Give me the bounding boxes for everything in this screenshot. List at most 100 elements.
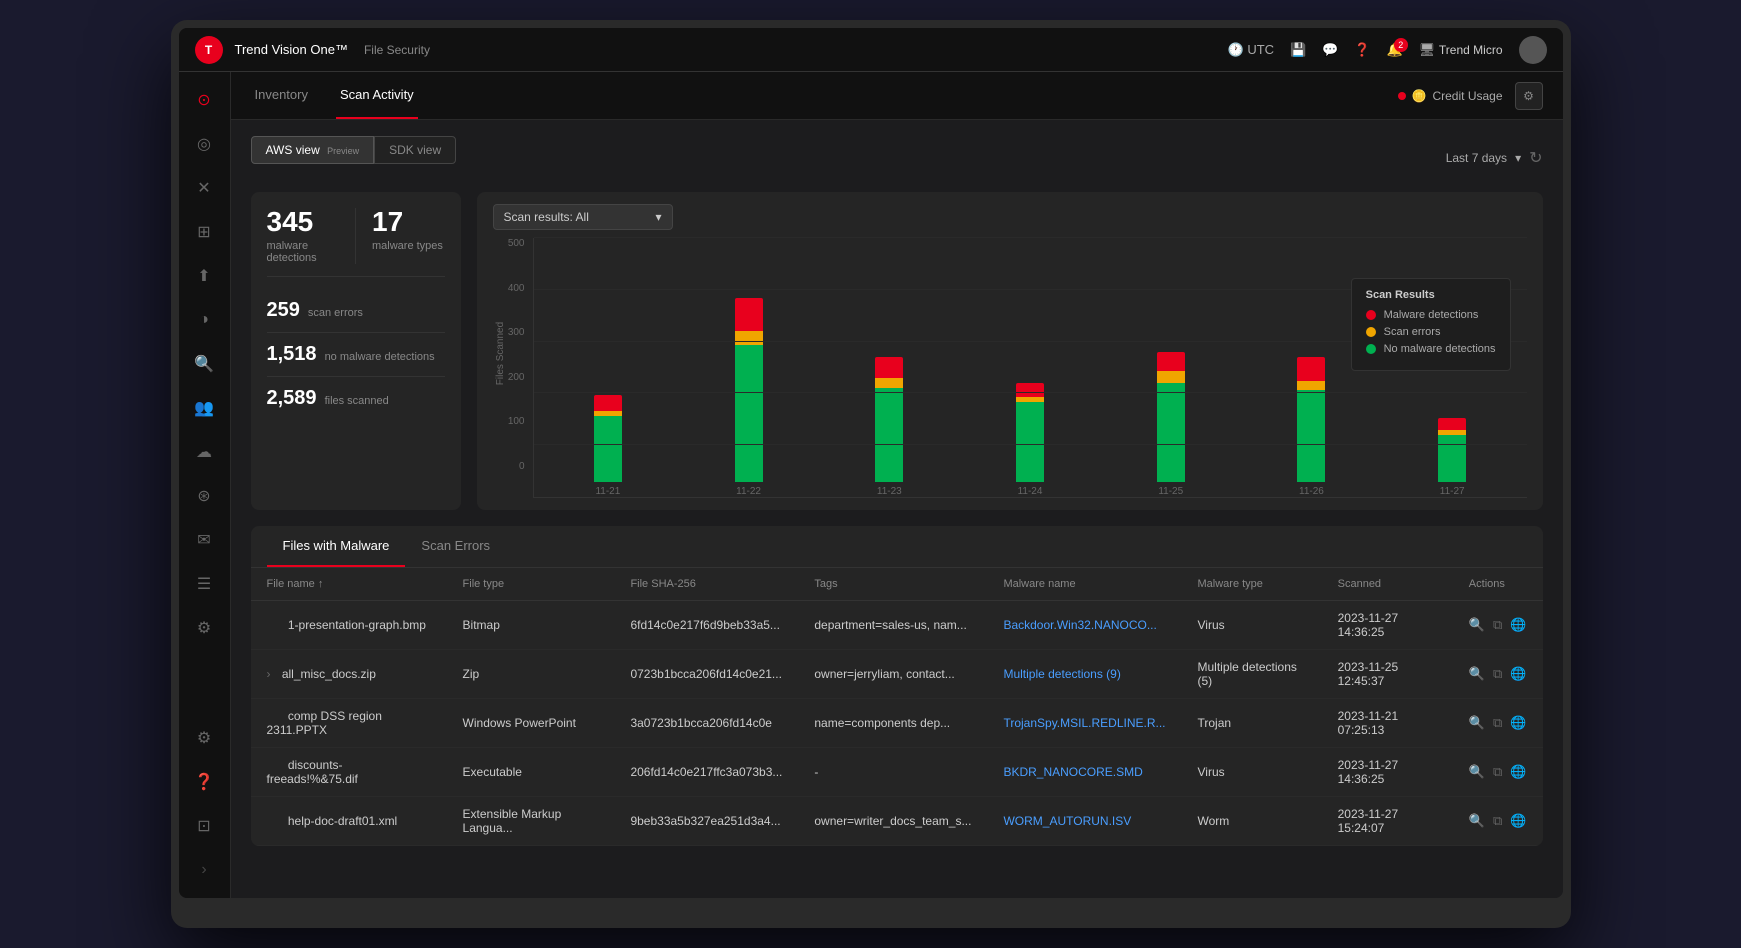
copy-action-icon[interactable]: ⧉ [1493,715,1502,731]
tab-scan-errors[interactable]: Scan Errors [405,526,506,567]
bar-group: 11-25 [1104,352,1237,497]
cell-tags: name=components dep... [798,699,987,748]
no-malware-stat: 1,518 no malware detections [267,333,445,377]
chat-icon[interactable]: 💬 [1322,42,1338,58]
copy-action-icon[interactable]: ⧉ [1493,813,1502,829]
chart-legend: Scan Results Malware detections Scan err… [1351,278,1511,371]
legend-no-malware-dot [1366,344,1376,354]
sidebar-item-search[interactable]: 🔍 [184,344,224,384]
copy-action-icon[interactable]: ⧉ [1493,666,1502,682]
settings-gear-button[interactable]: ⚙ [1515,82,1543,110]
sidebar-item-help[interactable]: ❓ [184,762,224,802]
stacked-bar [1438,418,1466,482]
globe-action-icon[interactable]: 🌐 [1510,764,1526,780]
table-section: Files with Malware Scan Errors File name… [251,526,1543,846]
table-row: 1-presentation-graph.bmp Bitmap 6fd14c0e… [251,601,1543,650]
bar-no-malware-seg [875,388,903,482]
aws-view-button[interactable]: AWS view Preview [251,136,375,164]
legend-errors-dot [1366,327,1376,337]
cell-actions: 🔍 ⧉ 🌐 [1453,601,1543,650]
sdk-view-button[interactable]: SDK view [374,136,456,164]
col-scanned[interactable]: Scanned [1322,568,1453,601]
sidebar-item-users[interactable]: 👥 [184,388,224,428]
help-icon[interactable]: ❓ [1354,42,1370,58]
sidebar-item-identity[interactable]: ◑ [184,300,224,340]
chart-area: Scan results: All ▾ 0 100 200 [477,192,1543,510]
cell-sha256: 3a0723b1bcca206fd14c0e [614,699,798,748]
col-filename[interactable]: File name ↑ [251,568,447,601]
sidebar-item-dashboard[interactable]: ⊙ [184,80,224,120]
sidebar-item-terminal[interactable]: ⊡ [184,806,224,846]
cell-scanned: 2023-11-27 14:36:25 [1322,748,1453,797]
cell-filetype: Extensible Markup Langua... [447,797,615,846]
cell-malwaretype: Virus [1182,748,1322,797]
bar-no-malware-seg [1297,390,1325,482]
globe-action-icon[interactable]: 🌐 [1510,715,1526,731]
col-tags[interactable]: Tags [798,568,987,601]
bar-malware-seg [1438,418,1466,430]
search-action-icon[interactable]: 🔍 [1469,764,1485,780]
utc-button[interactable]: 🕐 UTC [1228,42,1275,58]
sidebar-item-upload[interactable]: ⬆ [184,256,224,296]
col-sha256[interactable]: File SHA-256 [614,568,798,601]
refresh-icon[interactable]: ↻ [1529,148,1542,168]
credit-usage[interactable]: 🪙 Credit Usage [1398,89,1503,103]
no-malware-number: 1,518 [267,343,317,366]
cell-malwarename[interactable]: Multiple detections (9) [987,650,1181,699]
data-table: File name ↑ File type File SHA-256 Tags … [251,568,1543,846]
legend-errors-label: Scan errors [1384,326,1441,338]
malware-detections-number: 345 [267,208,340,236]
stacked-bar [1297,357,1325,482]
cell-malwaretype: Virus [1182,601,1322,650]
col-filetype[interactable]: File type [447,568,615,601]
globe-action-icon[interactable]: 🌐 [1510,617,1526,633]
cell-malwarename[interactable]: BKDR_NANOCORE.SMD [987,748,1181,797]
tab-inventory[interactable]: Inventory [251,72,312,119]
save-icon[interactable]: 💾 [1290,42,1306,58]
col-malwarename[interactable]: Malware name [987,568,1181,601]
bar-no-malware-seg [1016,402,1044,482]
search-action-icon[interactable]: 🔍 [1469,813,1485,829]
cell-malwarename[interactable]: Backdoor.Win32.NANOCO... [987,601,1181,650]
col-malwaretype[interactable]: Malware type [1182,568,1322,601]
time-filter-dropdown[interactable]: Last 7 days ▾ [1446,151,1521,165]
search-action-icon[interactable]: 🔍 [1469,715,1485,731]
user-avatar[interactable] [1519,36,1547,64]
sidebar-item-list[interactable]: ☰ [184,564,224,604]
bar-group: 11-22 [682,298,815,497]
files-scanned-number: 2,589 [267,387,317,410]
sidebar-item-cloud[interactable]: ☁ [184,432,224,472]
globe-action-icon[interactable]: 🌐 [1510,666,1526,682]
cell-malwarename[interactable]: TrojanSpy.MSIL.REDLINE.R... [987,699,1181,748]
expand-arrow-icon[interactable]: › [267,667,271,681]
globe-action-icon[interactable]: 🌐 [1510,813,1526,829]
legend-malware-label: Malware detections [1384,309,1479,321]
nav-bar: Inventory Scan Activity 🪙 Credit Usage ⚙ [231,72,1563,120]
copy-action-icon[interactable]: ⧉ [1493,764,1502,780]
tab-scan-activity[interactable]: Scan Activity [336,72,418,119]
top-stats: 345 malware detections 17 malware types [267,208,445,277]
search-action-icon[interactable]: 🔍 [1469,666,1485,682]
legend-no-malware-label: No malware detections [1384,343,1496,355]
copy-action-icon[interactable]: ⧉ [1493,617,1502,633]
scan-results-dropdown[interactable]: Scan results: All ▾ [493,204,673,230]
notification-icon[interactable]: 🔔 2 [1387,42,1403,58]
cell-tags: - [798,748,987,797]
scan-errors-number: 259 [267,299,300,322]
tab-files-malware[interactable]: Files with Malware [267,526,406,567]
search-action-icon[interactable]: 🔍 [1469,617,1485,633]
sidebar-item-settings[interactable]: ⚙ [184,718,224,758]
legend-malware: Malware detections [1366,309,1496,321]
sidebar-item-email[interactable]: ✉ [184,520,224,560]
sidebar-item-expand[interactable]: › [184,850,224,890]
sidebar-item-security[interactable]: ⊛ [184,476,224,516]
sidebar-item-ops[interactable]: ⚙ [184,608,224,648]
bar-date-label: 11-22 [736,486,761,497]
top-bar: T Trend Vision One™ File Security 🕐 UTC … [179,28,1563,72]
sidebar-item-grid[interactable]: ⊞ [184,212,224,252]
sidebar-item-xdr[interactable]: ✕ [184,168,224,208]
sidebar-item-monitoring[interactable]: ◎ [184,124,224,164]
bar-group: 11-27 [1386,418,1519,497]
bar-no-malware-seg [594,416,622,482]
cell-malwarename[interactable]: WORM_AUTORUN.ISV [987,797,1181,846]
